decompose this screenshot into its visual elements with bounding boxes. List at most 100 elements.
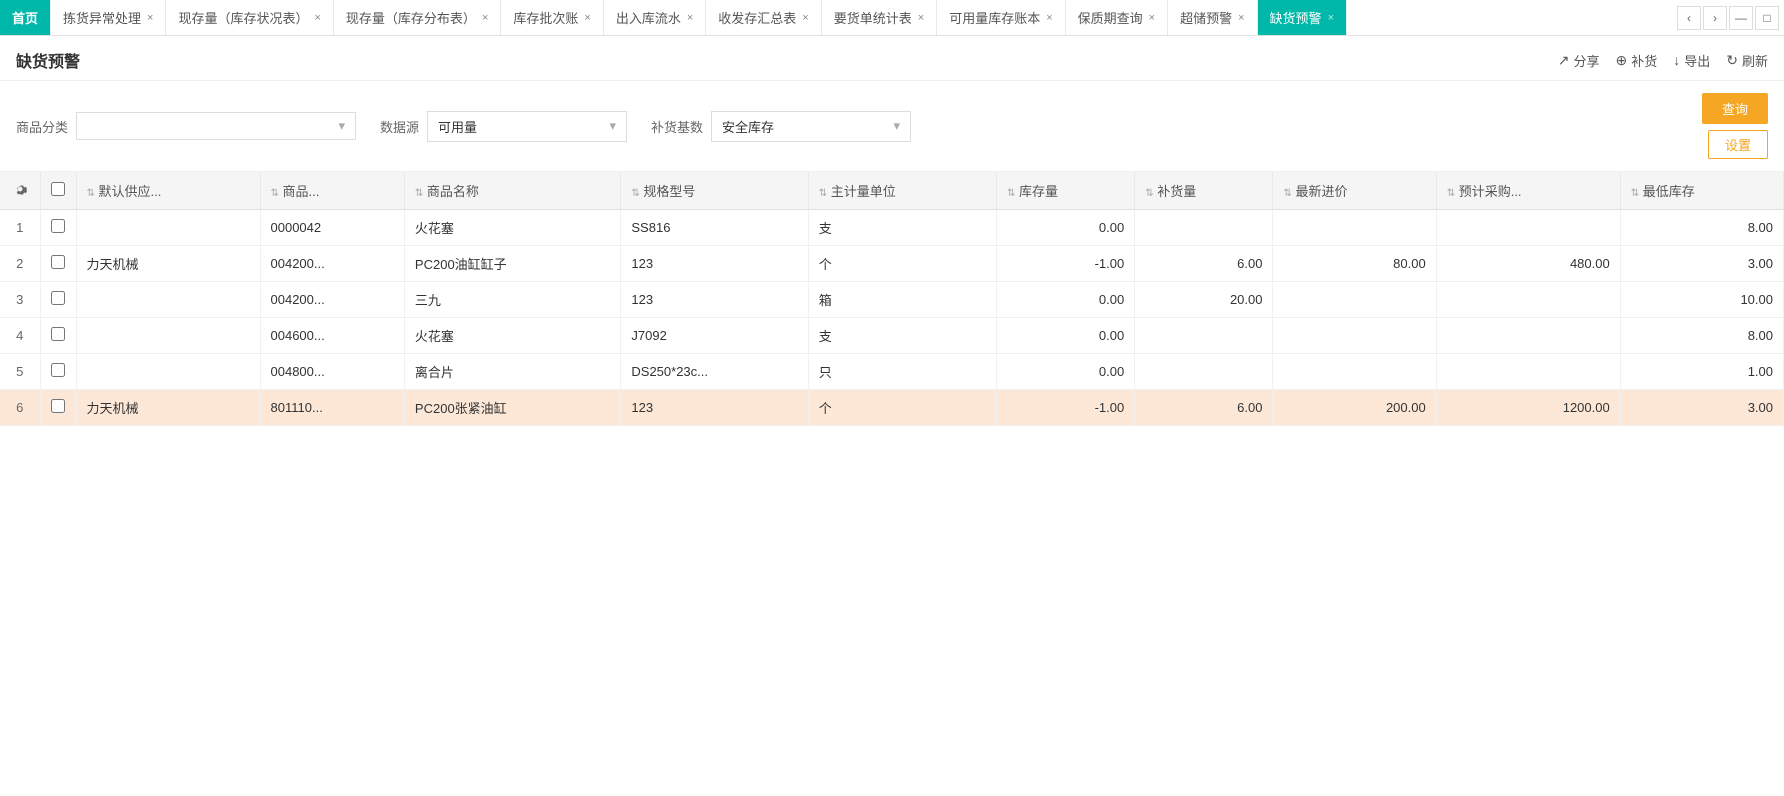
row-index: 6 — [0, 390, 40, 426]
tab-available-ledger[interactable]: 可用量库存账本× — [937, 0, 1065, 35]
tab-batch-account[interactable]: 库存批次账 × — [501, 0, 603, 35]
replenish-action[interactable]: ⊕ 补货 — [1615, 51, 1657, 70]
row-checkbox[interactable] — [51, 363, 65, 377]
category-filter-select[interactable]: ▾ — [76, 112, 356, 140]
tab-minimize[interactable]: — — [1729, 6, 1753, 30]
row-min-stock: 8.00 — [1620, 210, 1783, 246]
row-checkbox[interactable] — [51, 255, 65, 269]
row-min-stock: 8.00 — [1620, 318, 1783, 354]
export-icon: ↓ — [1673, 52, 1680, 68]
row-checkbox-cell — [40, 318, 76, 354]
table-row: 4004600...火花塞J7092支0.008.00 — [0, 318, 1784, 354]
row-product-name: 离合片 — [404, 354, 620, 390]
row-checkbox[interactable] — [51, 219, 65, 233]
tab-overstock-close[interactable]: × — [1238, 12, 1244, 24]
tab-scroll-left[interactable]: ‹ — [1677, 6, 1701, 30]
row-spec: 123 — [621, 390, 808, 426]
sort-icon: ⇅ — [271, 188, 279, 199]
tab-demand-stat[interactable]: 要货单统计表× — [822, 0, 937, 35]
sort-icon: ⇅ — [1007, 188, 1015, 199]
tab-shortage-close[interactable]: × — [1328, 12, 1334, 24]
row-stock: 0.00 — [996, 354, 1134, 390]
tab-overstock[interactable]: 超储预警× — [1168, 0, 1257, 35]
row-replenish — [1135, 210, 1273, 246]
datasource-filter-select[interactable]: 可用量 ▾ — [427, 111, 627, 142]
row-spec: 123 — [621, 282, 808, 318]
tab-expiry-query[interactable]: 保质期查询× — [1066, 0, 1168, 35]
tab-inventory-status[interactable]: 现存量（库存状况表） × — [166, 0, 333, 35]
tab-inout-flow[interactable]: 出入库流水× — [604, 0, 706, 35]
tab-expiry-query-close[interactable]: × — [1149, 12, 1155, 24]
row-unit: 箱 — [808, 282, 996, 318]
tab-abnormal-close[interactable]: × — [147, 12, 153, 24]
gear-icon — [12, 181, 28, 197]
select-all-checkbox[interactable] — [51, 182, 65, 196]
row-latest-price: 200.00 — [1273, 390, 1436, 426]
tab-batch-account-label: 库存批次账 — [513, 8, 578, 27]
tab-inventory-status-close[interactable]: × — [314, 12, 320, 24]
shortage-table: ⇅ 默认供应... ⇅ 商品... ⇅ 商品名称 ⇅ 规格型号 — [0, 172, 1784, 426]
tab-shortage[interactable]: 缺货预警× — [1258, 0, 1347, 35]
tab-receive-summary-label: 收发存汇总表 — [718, 8, 796, 27]
row-supplier — [76, 318, 260, 354]
row-est-purchase: 1200.00 — [1436, 390, 1620, 426]
tab-inventory-dist[interactable]: 现存量（库存分布表） × — [334, 0, 501, 35]
row-index: 2 — [0, 246, 40, 282]
row-supplier: 力天机械 — [76, 246, 260, 282]
settings-button[interactable]: 设置 — [1708, 130, 1768, 159]
row-spec: J7092 — [621, 318, 808, 354]
row-replenish — [1135, 354, 1273, 390]
col-header-checkbox[interactable] — [40, 172, 76, 210]
tab-maximize[interactable]: □ — [1755, 6, 1779, 30]
share-action[interactable]: ↗ 分享 — [1558, 51, 1600, 70]
sort-icon: ⇅ — [1145, 188, 1153, 199]
tab-inventory-dist-label: 现存量（库存分布表） — [346, 8, 476, 27]
tab-receive-summary[interactable]: 收发存汇总表 × — [706, 0, 821, 35]
row-index: 4 — [0, 318, 40, 354]
tab-available-ledger-close[interactable]: × — [1046, 12, 1052, 24]
col-header-product-code: ⇅ 商品... — [260, 172, 404, 210]
tab-home[interactable]: 首页 — [0, 0, 51, 35]
row-est-purchase — [1436, 354, 1620, 390]
refresh-action[interactable]: ↻ 刷新 — [1726, 51, 1768, 70]
row-min-stock: 10.00 — [1620, 282, 1783, 318]
sort-icon: ⇅ — [1631, 188, 1639, 199]
tab-inventory-dist-close[interactable]: × — [482, 12, 488, 24]
row-min-stock: 3.00 — [1620, 390, 1783, 426]
tab-inout-flow-close[interactable]: × — [687, 12, 693, 24]
query-button[interactable]: 查询 — [1702, 93, 1768, 124]
row-checkbox[interactable] — [51, 291, 65, 305]
export-action[interactable]: ↓ 导出 — [1673, 51, 1710, 70]
row-est-purchase — [1436, 282, 1620, 318]
replenish-base-filter-group: 补货基数 安全库存 ▾ — [651, 111, 911, 142]
row-checkbox-cell — [40, 282, 76, 318]
sort-icon: ⇅ — [415, 188, 423, 199]
row-replenish: 6.00 — [1135, 390, 1273, 426]
tab-scroll-right[interactable]: › — [1703, 6, 1727, 30]
row-index: 1 — [0, 210, 40, 246]
row-checkbox[interactable] — [51, 327, 65, 341]
row-unit: 个 — [808, 390, 996, 426]
tab-demand-stat-close[interactable]: × — [918, 12, 924, 24]
table-header: ⇅ 默认供应... ⇅ 商品... ⇅ 商品名称 ⇅ 规格型号 — [0, 172, 1784, 210]
tab-abnormal[interactable]: 拣货异常处理× — [51, 0, 166, 35]
row-product-code: 004200... — [260, 282, 404, 318]
tab-receive-summary-close[interactable]: × — [802, 12, 808, 24]
col-header-unit: ⇅ 主计量单位 — [808, 172, 996, 210]
row-checkbox[interactable] — [51, 399, 65, 413]
table-row: 2力天机械004200...PC200油缸缸子123个-1.006.0080.0… — [0, 246, 1784, 282]
row-replenish — [1135, 318, 1273, 354]
sort-icon: ⇅ — [1283, 188, 1291, 199]
replenish-base-value: 安全库存 — [722, 117, 774, 136]
refresh-label: 刷新 — [1742, 51, 1768, 70]
tab-inventory-status-label: 现存量（库存状况表） — [178, 8, 308, 27]
share-label: 分享 — [1573, 51, 1599, 70]
tab-batch-account-close[interactable]: × — [584, 12, 590, 24]
col-header-est-purchase: ⇅ 预计采购... — [1436, 172, 1620, 210]
table-row: 5004800...离合片DS250*23c...只0.001.00 — [0, 354, 1784, 390]
table-row: 3004200...三九123箱0.0020.0010.00 — [0, 282, 1784, 318]
row-stock: -1.00 — [996, 390, 1134, 426]
col-header-settings[interactable] — [0, 172, 40, 210]
replenish-base-select[interactable]: 安全库存 ▾ — [711, 111, 911, 142]
row-unit: 支 — [808, 210, 996, 246]
